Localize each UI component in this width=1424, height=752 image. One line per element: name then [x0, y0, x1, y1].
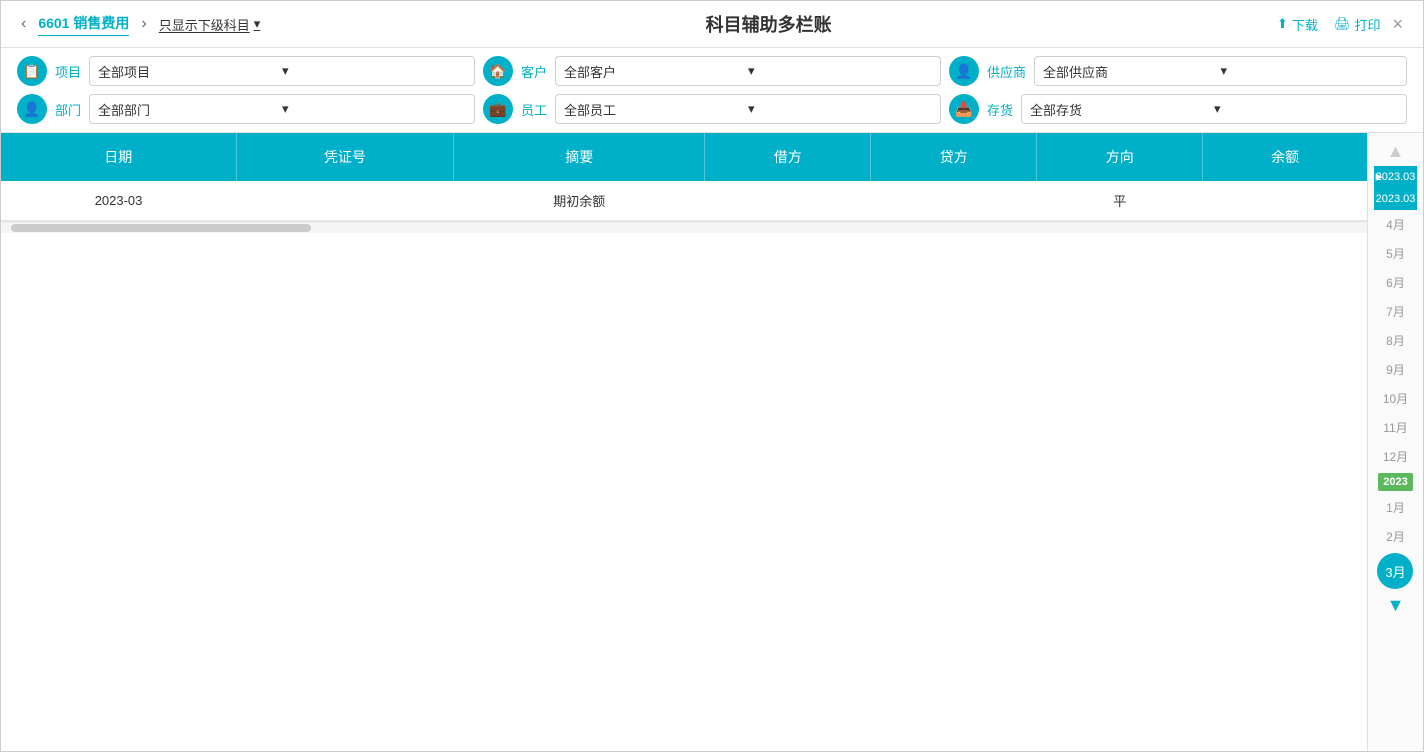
inventory-value: 全部存货 — [1030, 100, 1214, 119]
supplier-label: 供应商 — [987, 62, 1026, 81]
supplier-filter: 👤 供应商 全部供应商 ▾ — [949, 56, 1407, 86]
inventory-select[interactable]: 全部存货 ▾ — [1021, 94, 1407, 124]
col-debit: 借方 — [705, 133, 871, 181]
month-item[interactable]: 12月 — [1374, 442, 1418, 471]
project-label: 项目 — [55, 62, 81, 81]
cell-summary: 期初余额 — [454, 181, 705, 221]
employee-filter: 💼 员工 全部员工 ▾ — [483, 94, 941, 124]
next-account-button[interactable]: › — [137, 13, 150, 35]
project-select[interactable]: 全部项目 ▾ — [89, 56, 475, 86]
supplier-value: 全部供应商 — [1043, 62, 1221, 81]
customer-chevron-icon: ▾ — [748, 63, 932, 79]
month-item[interactable]: 7月 — [1374, 297, 1418, 326]
supplier-icon: 👤 — [949, 56, 979, 86]
col-balance: 余额 — [1203, 133, 1367, 181]
scrollbar-thumb[interactable] — [11, 224, 311, 232]
customer-icon: 🏠 — [483, 56, 513, 86]
top-bar: ‹ 6601 销售费用 › 只显示下级科目 ▾ 科目辅助多栏账 ⬆ 下载 🖨 打… — [1, 1, 1423, 48]
project-value: 全部项目 — [98, 62, 282, 81]
col-date: 日期 — [1, 133, 236, 181]
department-chevron-icon: ▾ — [282, 101, 466, 117]
customer-filter: 🏠 客户 全部客户 ▾ — [483, 56, 941, 86]
top-actions: ⬆ 下载 🖨 打印 — [1277, 15, 1380, 34]
month-item[interactable]: 4月 — [1374, 210, 1418, 239]
chevron-down-icon: ▾ — [254, 16, 261, 32]
inventory-filter: 📥 存货 全部存货 ▾ — [949, 94, 1407, 124]
print-icon: 🖨 — [1334, 16, 1351, 32]
data-table: 日期 凭证号 摘要 借方 贷方 方向 余额 2023-03 期初余额 平 — [1, 133, 1367, 221]
show-sub-accounts-button[interactable]: 只显示下级科目 ▾ — [159, 15, 261, 34]
month-item[interactable]: 11月 — [1374, 413, 1418, 442]
month-item[interactable]: 9月 — [1374, 355, 1418, 384]
sidebar-up-button[interactable]: ▲ — [1383, 137, 1409, 166]
main-window: ‹ 6601 销售费用 › 只显示下级科目 ▾ 科目辅助多栏账 ⬆ 下载 🖨 打… — [0, 0, 1424, 752]
department-value: 全部部门 — [98, 100, 282, 119]
inventory-icon: 📥 — [949, 94, 979, 124]
cell-debit — [705, 181, 871, 221]
print-button[interactable]: 🖨 打印 — [1334, 15, 1381, 34]
page-title: 科目辅助多栏账 — [268, 11, 1269, 37]
cell-voucher — [236, 181, 454, 221]
cell-credit — [871, 181, 1037, 221]
month-item[interactable]: ▶2023.03 — [1374, 166, 1418, 188]
horizontal-scrollbar[interactable] — [1, 221, 1367, 233]
month-sidebar: ▲ ▶2023.032023.034月5月6月7月8月9月10月11月12月 20… — [1367, 133, 1423, 751]
cell-direction: 平 — [1037, 181, 1203, 221]
month-item[interactable]: 2月 — [1374, 522, 1418, 551]
department-icon: 👤 — [17, 94, 47, 124]
filter-bar: 📋 项目 全部项目 ▾ 🏠 客户 全部客户 ▾ 👤 供应商 全部供应商 ▾ — [1, 48, 1423, 133]
month-item[interactable]: 10月 — [1374, 384, 1418, 413]
print-label: 打印 — [1354, 15, 1380, 34]
month-item[interactable]: 5月 — [1374, 239, 1418, 268]
table-area: 日期 凭证号 摘要 借方 贷方 方向 余额 2023-03 期初余额 平 — [1, 133, 1367, 751]
inventory-chevron-icon: ▾ — [1214, 101, 1398, 117]
department-filter: 👤 部门 全部部门 ▾ — [17, 94, 475, 124]
customer-label: 客户 — [521, 62, 547, 81]
customer-select[interactable]: 全部客户 ▾ — [555, 56, 941, 86]
account-code: 6601 销售费用 — [38, 13, 129, 36]
download-icon: ⬆ — [1277, 16, 1288, 32]
employee-icon: 💼 — [483, 94, 513, 124]
customer-value: 全部客户 — [564, 62, 748, 81]
project-icon: 📋 — [17, 56, 47, 86]
table-header-row: 日期 凭证号 摘要 借方 贷方 方向 余额 — [1, 133, 1367, 181]
cell-date: 2023-03 — [1, 181, 236, 221]
col-voucher: 凭证号 — [236, 133, 454, 181]
show-sub-label: 只显示下级科目 — [159, 15, 250, 34]
month-item[interactable]: 3月 — [1377, 553, 1413, 589]
cell-balance — [1203, 181, 1367, 221]
department-select[interactable]: 全部部门 ▾ — [89, 94, 475, 124]
col-credit: 贷方 — [871, 133, 1037, 181]
table-row: 2023-03 期初余额 平 — [1, 181, 1367, 221]
employee-chevron-icon: ▾ — [748, 101, 932, 117]
employee-value: 全部员工 — [564, 100, 748, 119]
project-chevron-icon: ▾ — [282, 63, 466, 79]
col-summary: 摘要 — [454, 133, 705, 181]
download-button[interactable]: ⬆ 下载 — [1277, 15, 1318, 34]
month-item[interactable]: 1月 — [1374, 493, 1418, 522]
main-content: 日期 凭证号 摘要 借方 贷方 方向 余额 2023-03 期初余额 平 — [1, 133, 1423, 751]
month-item[interactable]: 2023.03 — [1374, 188, 1418, 210]
prev-account-button[interactable]: ‹ — [17, 13, 30, 35]
col-direction: 方向 — [1037, 133, 1203, 181]
employee-label: 员工 — [521, 100, 547, 119]
employee-select[interactable]: 全部员工 ▾ — [555, 94, 941, 124]
month-item[interactable]: 2023 — [1378, 473, 1414, 491]
close-button[interactable]: × — [1388, 14, 1407, 35]
department-label: 部门 — [55, 100, 81, 119]
download-label: 下载 — [1292, 15, 1318, 34]
supplier-chevron-icon: ▾ — [1221, 63, 1399, 79]
month-item[interactable]: 6月 — [1374, 268, 1418, 297]
sidebar-down-button[interactable]: ▼ — [1383, 591, 1409, 620]
inventory-label: 存货 — [987, 100, 1013, 119]
month-item[interactable]: 8月 — [1374, 326, 1418, 355]
supplier-select[interactable]: 全部供应商 ▾ — [1034, 56, 1407, 86]
project-filter: 📋 项目 全部项目 ▾ — [17, 56, 475, 86]
